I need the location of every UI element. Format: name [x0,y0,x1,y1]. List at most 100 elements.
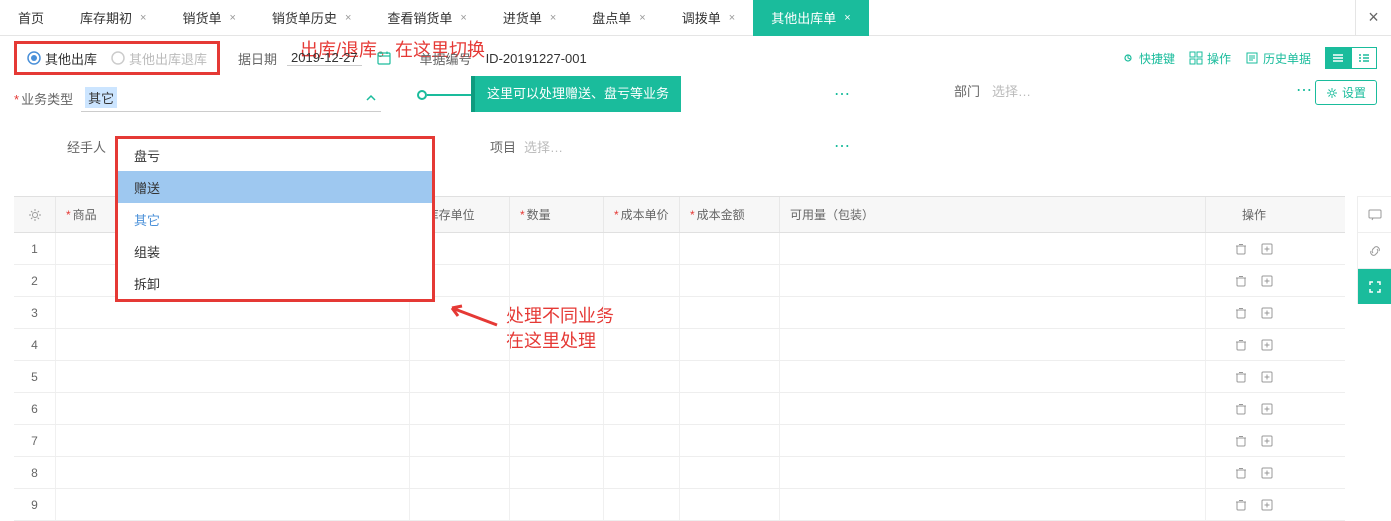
table-row[interactable]: 8 [14,457,1345,489]
close-icon[interactable]: × [345,12,351,24]
table-row[interactable]: 7 [14,425,1345,457]
history-button[interactable]: 历史单据 [1245,50,1311,67]
cell-price[interactable] [604,329,680,360]
settings-button[interactable]: 设置 [1315,80,1377,105]
table-row[interactable]: 4 [14,329,1345,361]
radio-other-outbound[interactable]: 其他出库 [27,49,97,68]
cell-unit[interactable] [410,361,510,392]
cell-qty[interactable] [510,329,604,360]
delete-icon[interactable] [1234,466,1248,480]
cell-unit[interactable] [410,329,510,360]
table-row[interactable]: 9 [14,489,1345,521]
tab-other-outbound[interactable]: 其他出库单× [753,0,868,36]
tab-inventory-init[interactable]: 库存期初× [62,0,164,36]
add-icon[interactable] [1260,306,1274,320]
tab-home[interactable]: 首页 [0,0,62,36]
cell-price[interactable] [604,361,680,392]
cell-product[interactable] [56,361,410,392]
side-message-button[interactable] [1357,196,1391,232]
cell-product[interactable] [56,457,410,488]
side-link-button[interactable] [1357,232,1391,268]
cell-unit[interactable] [410,425,510,456]
delete-icon[interactable] [1234,338,1248,352]
cell-qty[interactable] [510,265,604,296]
cell-unit[interactable] [410,489,510,520]
add-icon[interactable] [1260,498,1274,512]
biz-type-select[interactable]: 其它 [81,84,381,112]
cell-amount[interactable] [680,393,780,424]
cell-unit[interactable] [410,393,510,424]
close-icon[interactable]: × [140,12,146,24]
tab-stocktake[interactable]: 盘点单× [574,0,663,36]
gear-header[interactable] [14,197,56,232]
cell-amount[interactable] [680,361,780,392]
dropdown-item-gift[interactable]: 赠送 [118,171,432,203]
cell-amount[interactable] [680,457,780,488]
list-view-button[interactable] [1325,47,1351,69]
dropdown-item-loss[interactable]: 盘亏 [118,139,432,171]
add-icon[interactable] [1260,242,1274,256]
detail-view-button[interactable] [1351,47,1377,69]
delete-icon[interactable] [1234,274,1248,288]
delete-icon[interactable] [1234,370,1248,384]
dropdown-item-other[interactable]: 其它 [118,203,432,235]
add-icon[interactable] [1260,338,1274,352]
close-icon[interactable]: × [550,12,556,24]
cell-price[interactable] [604,425,680,456]
cell-amount[interactable] [680,489,780,520]
close-icon[interactable]: × [639,12,645,24]
cell-product[interactable] [56,489,410,520]
dropdown-item-assemble[interactable]: 组装 [118,235,432,267]
tab-view-sales[interactable]: 查看销货单× [369,0,484,36]
delete-icon[interactable] [1234,402,1248,416]
delete-icon[interactable] [1234,306,1248,320]
add-icon[interactable] [1260,434,1274,448]
cell-qty[interactable] [510,233,604,264]
cell-price[interactable] [604,457,680,488]
add-icon[interactable] [1260,466,1274,480]
cell-qty[interactable] [510,297,604,328]
shortcut-button[interactable]: 快捷键 [1121,50,1175,67]
tab-sales-order[interactable]: 销货单× [164,0,253,36]
project-select[interactable]: 选择… [524,137,644,156]
delete-icon[interactable] [1234,498,1248,512]
cell-price[interactable] [604,489,680,520]
tab-transfer[interactable]: 调拨单× [664,0,753,36]
tab-sales-history[interactable]: 销货单历史× [254,0,369,36]
tab-purchase[interactable]: 进货单× [485,0,574,36]
close-icon[interactable]: × [229,12,235,24]
cell-amount[interactable] [680,297,780,328]
delete-icon[interactable] [1234,242,1248,256]
cell-qty[interactable] [510,425,604,456]
close-icon[interactable]: × [844,12,850,24]
cell-qty[interactable] [510,361,604,392]
calendar-icon[interactable] [376,50,392,66]
table-row[interactable]: 6 [14,393,1345,425]
date-input[interactable]: 2019-12-27 [287,50,362,66]
cell-price[interactable] [604,297,680,328]
cell-price[interactable] [604,393,680,424]
cell-qty[interactable] [510,393,604,424]
cell-price[interactable] [604,233,680,264]
add-icon[interactable] [1260,370,1274,384]
cell-amount[interactable] [680,329,780,360]
close-icon[interactable]: × [729,12,735,24]
dept-select[interactable]: 选择… [988,81,1108,100]
cell-amount[interactable] [680,265,780,296]
close-icon[interactable]: × [460,12,466,24]
operate-button[interactable]: 操作 [1189,50,1231,67]
cell-product[interactable] [56,425,410,456]
add-icon[interactable] [1260,274,1274,288]
more-icon[interactable]: ⋯ [834,84,850,104]
cell-price[interactable] [604,265,680,296]
dropdown-item-disassemble[interactable]: 拆卸 [118,267,432,299]
more-icon[interactable]: ⋯ [834,136,850,156]
table-row[interactable]: 5 [14,361,1345,393]
cell-unit[interactable] [410,457,510,488]
cell-amount[interactable] [680,425,780,456]
cell-qty[interactable] [510,457,604,488]
cell-product[interactable] [56,393,410,424]
radio-other-outbound-return[interactable]: 其他出库退库 [111,49,207,68]
side-expand-button[interactable] [1357,268,1391,304]
delete-icon[interactable] [1234,434,1248,448]
